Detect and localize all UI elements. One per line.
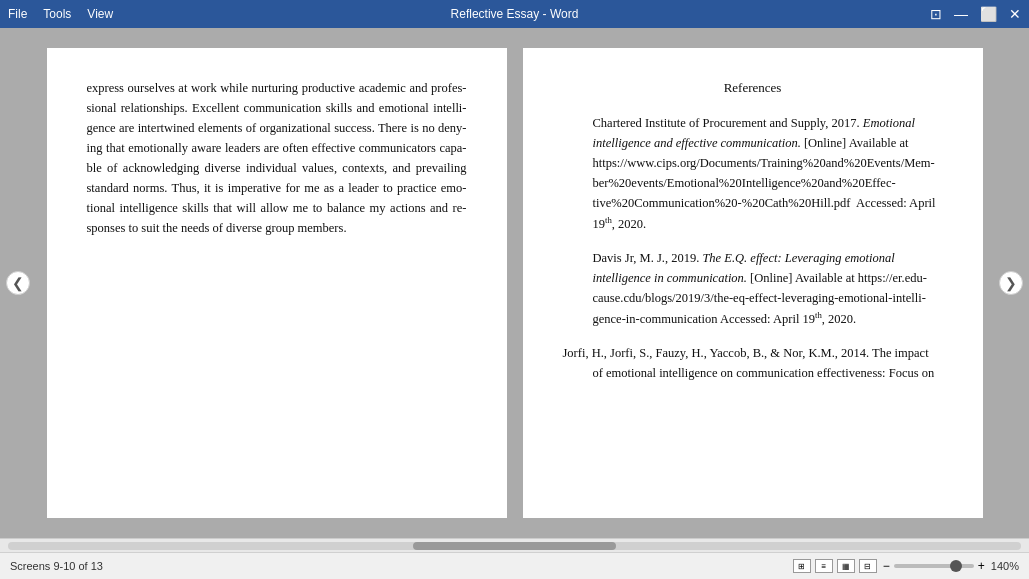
close-button[interactable]: ✕ xyxy=(1009,6,1021,22)
nav-prev-button[interactable]: ❮ xyxy=(6,271,30,295)
reference-1: Chartered Institute of Procurement and S… xyxy=(563,113,943,234)
nav-next-button[interactable]: ❯ xyxy=(999,271,1023,295)
menu-file[interactable]: File xyxy=(8,7,27,21)
reference-3: Jorfi, H., Jorfi, S., Fauzy, H., Yaccob,… xyxy=(563,343,943,383)
zoom-level-label: 140% xyxy=(991,560,1019,572)
references-heading: References xyxy=(563,78,943,99)
pages-container: express ourselves at work while nurturin… xyxy=(7,28,1023,538)
status-bar: Screens 9-10 of 13 ⊞ ≡ ▦ ⊟ − + 140% xyxy=(0,552,1029,579)
ref1-text-before: Chartered Institute of Procurement and S… xyxy=(593,116,863,130)
horizontal-scrollbar[interactable] xyxy=(0,538,1029,552)
document-area: ❮ express ourselves at work while nurtur… xyxy=(0,28,1029,538)
right-page: References Chartered Institute of Procur… xyxy=(523,48,983,518)
menu-tabs: File Tools View xyxy=(8,7,113,21)
menu-view[interactable]: View xyxy=(87,7,113,21)
settings-icon[interactable]: ⊡ xyxy=(930,6,942,22)
menu-tools[interactable]: Tools xyxy=(43,7,71,21)
paragraph-1: express ourselves at work while nurturin… xyxy=(87,78,467,238)
left-page: express ourselves at work while nurturin… xyxy=(47,48,507,518)
reference-2: Davis Jr, M. J., 2019. The E.Q. effect: … xyxy=(563,248,943,329)
view-mode-icons: ⊞ ≡ ▦ ⊟ xyxy=(793,559,877,573)
ref2-text-before: Davis Jr, M. J., 2019. xyxy=(593,251,703,265)
zoom-minus-button[interactable]: − xyxy=(883,559,890,573)
chevron-left-icon: ❮ xyxy=(12,275,24,292)
view-mode-3[interactable]: ▦ xyxy=(837,559,855,573)
zoom-slider-container: − + xyxy=(883,559,985,573)
maximize-button[interactable]: ⬜ xyxy=(980,6,997,22)
ref3-text-indent: of emotional intelligence on communicati… xyxy=(593,366,935,380)
ref1-after: [Online] Available at https://www.cips.o… xyxy=(593,136,936,231)
view-mode-1[interactable]: ⊞ xyxy=(793,559,811,573)
zoom-thumb[interactable] xyxy=(950,560,962,572)
scrollbar-thumb[interactable] xyxy=(413,542,616,550)
view-mode-4[interactable]: ⊟ xyxy=(859,559,877,573)
window-controls: ⊡ — ⬜ ✕ xyxy=(930,6,1021,22)
chevron-right-icon: ❯ xyxy=(1005,275,1017,292)
left-page-content: express ourselves at work while nurturin… xyxy=(87,78,467,238)
title-bar: File Tools View Reflective Essay - Word … xyxy=(0,0,1029,28)
ref3-text: Jorfi, H., Jorfi, S., Fauzy, H., Yaccob,… xyxy=(563,346,929,360)
right-page-content: References Chartered Institute of Procur… xyxy=(563,78,943,383)
scrollbar-track[interactable] xyxy=(8,542,1021,550)
zoom-plus-button[interactable]: + xyxy=(978,559,985,573)
view-controls: ⊞ ≡ ▦ ⊟ − + 140% xyxy=(793,559,1029,573)
app-title: Reflective Essay - Word xyxy=(451,7,579,21)
page-count-label: Screens 9-10 of 13 xyxy=(0,560,103,572)
view-mode-2[interactable]: ≡ xyxy=(815,559,833,573)
zoom-slider[interactable] xyxy=(894,564,974,568)
minimize-button[interactable]: — xyxy=(954,6,968,22)
